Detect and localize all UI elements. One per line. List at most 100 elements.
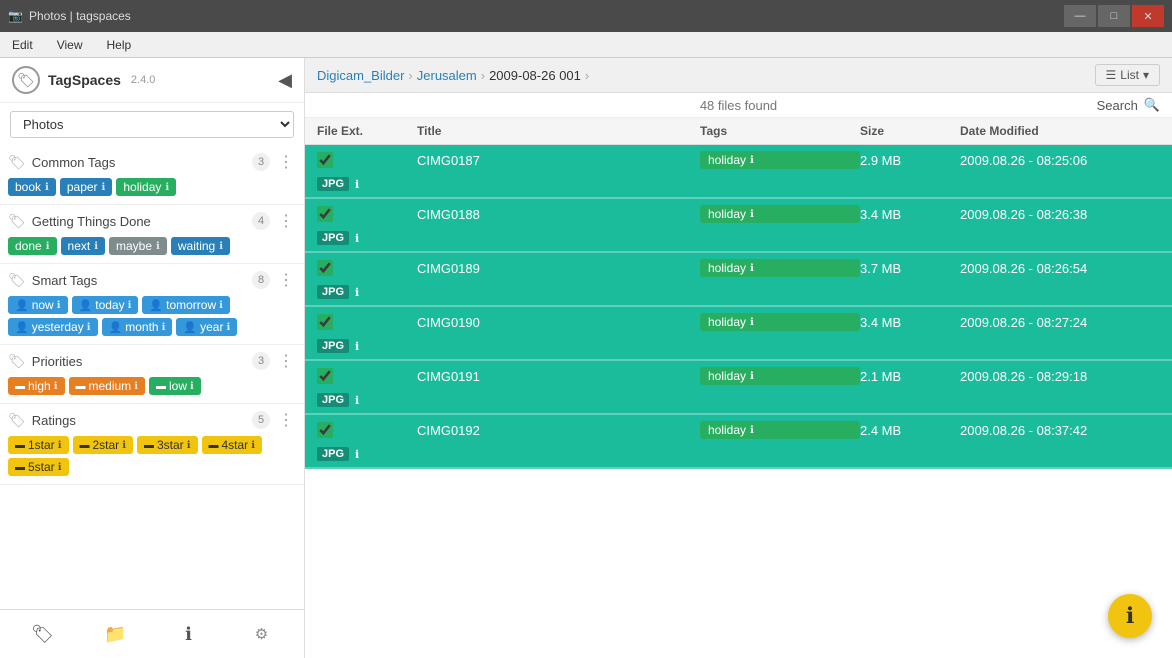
file-title-4[interactable]: CIMG0191 (417, 369, 700, 384)
file-tag-3[interactable]: holiday ℹ (700, 313, 860, 331)
search-button[interactable]: Search 🔍 (1097, 97, 1160, 113)
smart-tag-year-info[interactable]: ℹ (226, 322, 230, 333)
tag-waiting-info[interactable]: ℹ (219, 241, 223, 252)
file-checkbox-3[interactable] (317, 314, 333, 330)
file-tag-0[interactable]: holiday ℹ (700, 151, 860, 169)
tag-4star-info[interactable]: ℹ (251, 440, 255, 451)
tag-group-priorities-menu[interactable]: ⋮ (276, 351, 296, 371)
tag-high[interactable]: ▬ high ℹ (8, 377, 65, 395)
tag-done-info[interactable]: ℹ (46, 241, 50, 252)
minimize-button[interactable]: — (1064, 5, 1096, 27)
file-ext-info-3[interactable]: ℹ (355, 340, 359, 353)
file-checkbox-4[interactable] (317, 368, 333, 384)
file-checkbox-0[interactable] (317, 152, 333, 168)
tag-low-info[interactable]: ℹ (190, 381, 194, 392)
tag-3star-info[interactable]: ℹ (187, 440, 191, 451)
breadcrumb-digicam[interactable]: Digicam_Bilder (317, 68, 404, 83)
tag-book-info[interactable]: ℹ (45, 182, 49, 193)
file-checkbox-2[interactable] (317, 260, 333, 276)
file-tag-3-info[interactable]: ℹ (750, 317, 754, 328)
file-title-5[interactable]: CIMG0192 (417, 423, 700, 438)
titlebar-left: 📷 Photos | tagspaces (8, 9, 131, 23)
tag-holiday[interactable]: holiday ℹ (116, 178, 176, 196)
maximize-button[interactable]: □ (1098, 5, 1130, 27)
tag-group-common-menu[interactable]: ⋮ (276, 152, 296, 172)
tag-waiting[interactable]: waiting ℹ (171, 237, 230, 255)
smart-tag-now[interactable]: 👤 now ℹ (8, 296, 68, 314)
smart-tag-month[interactable]: 👤 month ℹ (102, 318, 173, 336)
tag-paper[interactable]: paper ℹ (60, 178, 113, 196)
tag-2star-info[interactable]: ℹ (122, 440, 126, 451)
smart-tag-today[interactable]: 👤 today ℹ (72, 296, 139, 314)
file-checkbox-5[interactable] (317, 422, 333, 438)
smart-tag-tomorrow[interactable]: 👤 tomorrow ℹ (142, 296, 230, 314)
file-title-2[interactable]: CIMG0189 (417, 261, 700, 276)
settings-footer-btn[interactable]: ⚙ (227, 616, 296, 652)
file-tag-1-info[interactable]: ℹ (750, 209, 754, 220)
tags-footer-btn[interactable]: 🏷 (8, 616, 77, 652)
tag-high-info[interactable]: ℹ (54, 381, 58, 392)
file-ext-info-1[interactable]: ℹ (355, 232, 359, 245)
tag-1star[interactable]: ▬ 1star ℹ (8, 436, 69, 454)
tag-medium-info[interactable]: ℹ (134, 381, 138, 392)
tag-5star-info[interactable]: ℹ (58, 462, 62, 473)
smart-tag-yesterday[interactable]: 👤 yesterday ℹ (8, 318, 98, 336)
tag-low[interactable]: ▬ low ℹ (149, 377, 201, 395)
tag-5star[interactable]: ▬ 5star ℹ (8, 458, 69, 476)
tag-book[interactable]: book ℹ (8, 178, 56, 196)
tag-holiday-info[interactable]: ℹ (165, 182, 169, 193)
file-title-1[interactable]: CIMG0188 (417, 207, 700, 222)
menu-view[interactable]: View (53, 36, 87, 54)
info-footer-btn[interactable]: ℹ (154, 616, 223, 652)
tag-maybe-info[interactable]: ℹ (156, 241, 160, 252)
tag-group-ratings-count: 5 (252, 411, 270, 429)
tag-next[interactable]: next ℹ (61, 237, 106, 255)
breadcrumb-jerusalem[interactable]: Jerusalem (417, 68, 477, 83)
file-size-5: 2.4 MB (860, 423, 960, 438)
file-ext-info-2[interactable]: ℹ (355, 286, 359, 299)
tag-3star[interactable]: ▬ 3star ℹ (137, 436, 198, 454)
file-ext-info-5[interactable]: ℹ (355, 448, 359, 461)
menu-help[interactable]: Help (102, 36, 135, 54)
close-button[interactable]: ✕ (1132, 5, 1164, 27)
tag-paper-info[interactable]: ℹ (102, 182, 106, 193)
back-button[interactable]: ◀ (278, 70, 292, 91)
file-tag-1[interactable]: holiday ℹ (700, 205, 860, 223)
menu-edit[interactable]: Edit (8, 36, 37, 54)
smart-tag-yesterday-info[interactable]: ℹ (87, 322, 91, 333)
file-tag-2[interactable]: holiday ℹ (700, 259, 860, 277)
file-ext-info-4[interactable]: ℹ (355, 394, 359, 407)
tag-2star[interactable]: ▬ 2star ℹ (73, 436, 134, 454)
tag-group-ratings-menu[interactable]: ⋮ (276, 410, 296, 430)
tag-group-priorities-name: Priorities (32, 354, 246, 369)
file-title-0[interactable]: CIMG0187 (417, 153, 700, 168)
file-list: File Ext. Title Tags Size Date Modified … (305, 118, 1172, 658)
tag-next-info[interactable]: ℹ (94, 241, 98, 252)
location-select[interactable]: Photos (10, 111, 294, 138)
fab-button[interactable]: ℹ (1108, 594, 1152, 638)
tag-group-smart-menu[interactable]: ⋮ (276, 270, 296, 290)
file-tag-5-info[interactable]: ℹ (750, 425, 754, 436)
tag-4star[interactable]: ▬ 4star ℹ (202, 436, 263, 454)
tag-done[interactable]: done ℹ (8, 237, 57, 255)
tag-maybe[interactable]: maybe ℹ (109, 237, 167, 255)
file-tag-0-info[interactable]: ℹ (750, 155, 754, 166)
file-tag-4-info[interactable]: ℹ (750, 371, 754, 382)
file-checkbox-1[interactable] (317, 206, 333, 222)
smart-tag-now-info[interactable]: ℹ (57, 300, 61, 311)
smart-tag-tomorrow-info[interactable]: ℹ (219, 300, 223, 311)
smart-tag-today-info[interactable]: ℹ (128, 300, 132, 311)
tag-medium[interactable]: ▬ medium ℹ (69, 377, 146, 395)
folder-footer-btn[interactable]: 📁 (81, 616, 150, 652)
file-tag-2-info[interactable]: ℹ (750, 263, 754, 274)
list-view-button[interactable]: ☰ List ▾ (1095, 64, 1160, 86)
smart-tag-year[interactable]: 👤 year ℹ (176, 318, 237, 336)
file-ext-info-0[interactable]: ℹ (355, 178, 359, 191)
file-tag-4[interactable]: holiday ℹ (700, 367, 860, 385)
file-list-header: File Ext. Title Tags Size Date Modified (305, 118, 1172, 145)
tag-1star-info[interactable]: ℹ (58, 440, 62, 451)
smart-tag-month-info[interactable]: ℹ (162, 322, 166, 333)
file-tag-5[interactable]: holiday ℹ (700, 421, 860, 439)
tag-group-gtd-menu[interactable]: ⋮ (276, 211, 296, 231)
file-title-3[interactable]: CIMG0190 (417, 315, 700, 330)
